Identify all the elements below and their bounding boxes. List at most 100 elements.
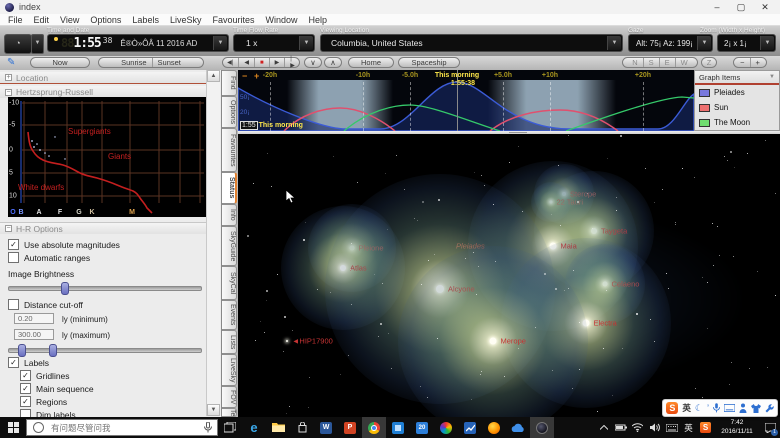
time-date-display[interactable]: 88 1:55 38 Ê®Ò»ÔÂ 11 2016 AD ▼ (47, 34, 229, 52)
notification-center-icon[interactable]: 1 (760, 417, 780, 438)
labels-checkbox[interactable]: ✓ (8, 357, 19, 368)
search-input[interactable] (49, 422, 193, 434)
volume-icon[interactable] (646, 417, 663, 438)
tab-status[interactable]: Status (222, 172, 237, 204)
scroll-down-arrow[interactable]: ▼ (207, 404, 220, 416)
zoom-caret[interactable]: ▼ (760, 36, 774, 50)
cortana-search-box[interactable] (26, 419, 218, 436)
compass-s-button[interactable]: S (644, 58, 660, 67)
menu-help[interactable]: Help (309, 15, 328, 25)
timeline-graph[interactable]: -20h-10h-5.0hThis morning1:55:38+5.0h+10… (238, 70, 694, 131)
skin-shirt-icon[interactable] (751, 404, 761, 413)
sky-view[interactable]: Sterope22 TauriTaygetaMaiaPleiadesPleion… (238, 134, 780, 417)
main-sequence-checkbox[interactable]: ✓ (20, 383, 31, 394)
compass-w-button[interactable]: W (676, 58, 693, 67)
menu-labels[interactable]: Labels (132, 15, 159, 25)
play-button[interactable]: ▶ (270, 58, 286, 67)
voice-input-icon[interactable] (713, 403, 720, 413)
collapse-icon[interactable]: − (5, 89, 12, 96)
close-button[interactable]: ✕ (754, 0, 776, 14)
edit-pencil-icon[interactable]: ✎ (7, 57, 15, 68)
zoom-select[interactable]: 2¡ x 1¡ ▼ (717, 34, 776, 52)
cloud-app-icon[interactable] (506, 417, 530, 438)
maximize-button[interactable]: ▢ (730, 0, 752, 14)
tab-skycal[interactable]: SkyCal (222, 266, 237, 300)
zenith-button[interactable]: Z (701, 57, 717, 68)
use-absolute-magnitudes-checkbox[interactable]: ✓ (8, 239, 19, 250)
expand-icon[interactable]: + (5, 74, 12, 81)
touch-keyboard-icon[interactable] (663, 417, 680, 438)
viewing-location-select[interactable]: Columbia, United States ▼ (320, 34, 623, 52)
home-button[interactable]: Home (348, 57, 394, 68)
tab-fov[interactable]: FOV (222, 386, 237, 408)
distance-cutoff-checkbox[interactable] (8, 299, 19, 310)
ly-maximum-field[interactable] (14, 329, 54, 340)
menu-options[interactable]: Options (90, 15, 121, 25)
menu-window[interactable]: Window (266, 15, 298, 25)
step-down-button[interactable]: ∨ (304, 57, 322, 68)
task-view-icon[interactable] (218, 417, 242, 438)
zoom-in-button[interactable]: + (751, 58, 765, 67)
menu-view[interactable]: View (60, 15, 79, 25)
file-explorer-icon[interactable] (266, 417, 290, 438)
regions-checkbox[interactable]: ✓ (20, 396, 31, 407)
collapse-icon[interactable]: − (5, 225, 12, 232)
graph-items-header[interactable]: Graph Items ▼ (695, 71, 779, 85)
wifi-icon[interactable] (629, 417, 646, 438)
automatic-ranges-checkbox[interactable] (8, 252, 19, 263)
legend-item-the-moon[interactable]: The Moon (695, 115, 779, 130)
flow-caret[interactable]: ▼ (299, 36, 313, 50)
time-flow-select[interactable]: 1 x ▼ (233, 34, 315, 52)
settings-wrench-icon[interactable] (765, 404, 774, 413)
tab-tel[interactable]: Tel (222, 408, 237, 417)
spaceship-button[interactable]: Spaceship (398, 57, 460, 68)
step-forward-button[interactable]: |▶ (285, 58, 300, 67)
sunrise-button[interactable]: Sunrise (116, 58, 152, 67)
battery-icon[interactable] (612, 417, 629, 438)
tray-expand-icon[interactable] (595, 417, 612, 438)
step-up-button[interactable]: ∧ (324, 57, 342, 68)
menu-favourites[interactable]: Favourites (212, 15, 254, 25)
menu-livesky[interactable]: LiveSky (170, 15, 202, 25)
now-button[interactable]: Now (30, 57, 90, 68)
tab-options[interactable]: Options (222, 96, 237, 128)
night-mode-icon[interactable]: ☾ (695, 401, 703, 415)
color-wheel-icon[interactable] (434, 417, 458, 438)
distance-range-slider[interactable] (8, 348, 202, 353)
tab-skyguide[interactable]: SkyGuide (222, 226, 237, 266)
gaze-select[interactable]: Alt: 75¡ Az: 199¡ ▼ (628, 34, 713, 52)
brightness-slider-thumb[interactable] (61, 282, 69, 295)
apostrophe-icon[interactable]: ’ (707, 401, 709, 415)
edge-icon[interactable]: e (242, 417, 266, 438)
analytics-app-icon[interactable] (458, 417, 482, 438)
ime-language-indicator[interactable]: 英 (680, 417, 697, 438)
chrome-icon[interactable] (362, 417, 386, 438)
step-back-button[interactable]: ◀| (222, 58, 239, 67)
menu-edit[interactable]: Edit (34, 15, 50, 25)
firefox-icon[interactable] (482, 417, 506, 438)
timeline-zoom-in[interactable]: + (254, 71, 259, 81)
image-brightness-slider[interactable] (8, 286, 202, 291)
planetarium-app-icon[interactable] (530, 417, 554, 438)
location-caret[interactable]: ▼ (607, 36, 621, 50)
user-profile-icon[interactable] (739, 403, 747, 413)
word-icon[interactable]: W (314, 417, 338, 438)
soft-keyboard-icon[interactable] (724, 404, 735, 412)
section-location[interactable]: + Location (0, 72, 206, 84)
minimize-button[interactable]: – (706, 0, 728, 14)
play-back-button[interactable]: ◀ (239, 58, 255, 67)
microphone-icon[interactable] (204, 422, 212, 433)
gridlines-checkbox[interactable]: ✓ (20, 370, 31, 381)
zoom-out-button[interactable]: − (735, 58, 750, 67)
legend-item-sun[interactable]: Sun (695, 100, 779, 115)
section-hr-options[interactable]: − H-R Options (0, 222, 206, 234)
sogou-tray-icon[interactable]: S (697, 417, 714, 438)
sogou-logo-icon[interactable]: S (666, 402, 678, 414)
hr-diagram[interactable]: -10-50510OBAFGKMSupergiantsGiantsWhite d… (8, 97, 207, 217)
tab-events[interactable]: Events (222, 300, 237, 330)
gaze-caret[interactable]: ▼ (697, 36, 711, 50)
compass-e-button[interactable]: E (660, 58, 676, 67)
ly-minimum-field[interactable] (14, 313, 54, 324)
clock-eye-button[interactable]: ◔ (4, 34, 32, 54)
panel-scrollbar[interactable]: ▲ ▼ (206, 70, 220, 416)
